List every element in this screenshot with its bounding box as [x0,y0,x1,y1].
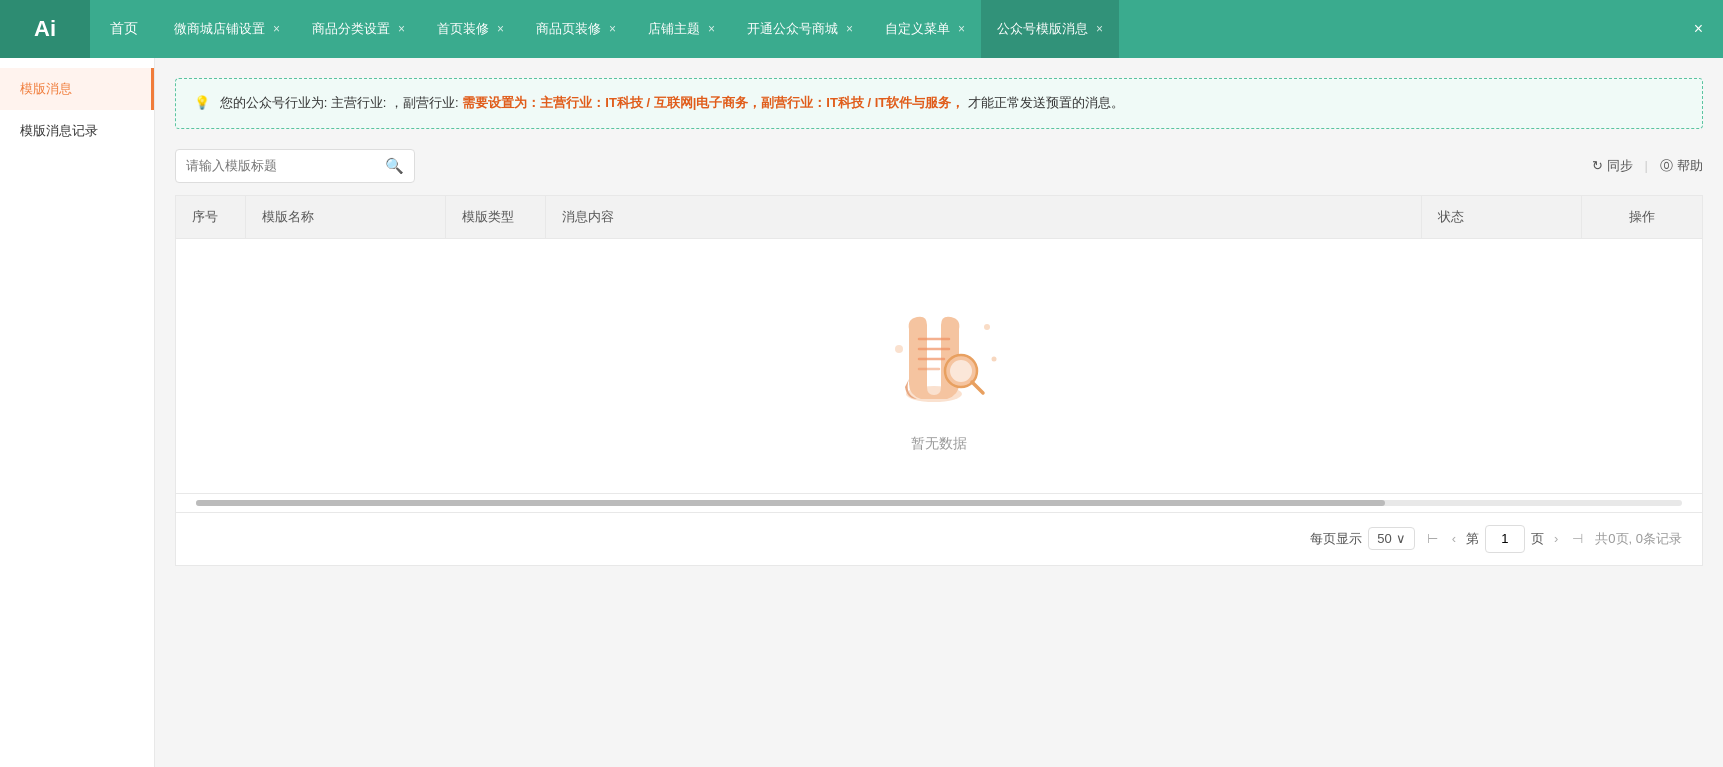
nav-tab-open-mall[interactable]: 开通公众号商城 × [731,0,869,58]
toolbar-divider: | [1645,158,1648,173]
nav-tab-custom-menu[interactable]: 自定义菜单 × [869,0,981,58]
scrollbar-track[interactable] [196,500,1682,506]
close-template-msg[interactable]: × [1096,22,1103,36]
empty-text: 暂无数据 [911,435,967,453]
page-size-select: 每页显示 50 ∨ [1310,527,1414,550]
svg-point-10 [992,356,997,361]
svg-point-6 [950,360,972,382]
notice-highlight: 需要设置为：主营行业：IT科技 / 互联网|电子商务，副营行业：IT科技 / I… [462,95,964,110]
nav-tab-category-settings[interactable]: 商品分类设置 × [296,0,421,58]
svg-line-7 [972,382,983,393]
nav-tab-template-msg[interactable]: 公众号模版消息 × [981,0,1119,58]
sidebar-item-template-message[interactable]: 模版消息 [0,68,154,110]
svg-point-8 [984,324,990,330]
help-icon: ⓪ [1660,157,1673,175]
th-seq: 序号 [176,196,246,238]
data-table: 序号 模版名称 模版类型 消息内容 状态 操作 [175,195,1703,566]
close-all-button[interactable]: × [1674,0,1723,58]
scrollbar-area [176,493,1702,512]
toolbar-right: ↻ 同步 | ⓪ 帮助 [1592,157,1703,175]
main-layout: 模版消息 模版消息记录 💡 您的公众号行业为: 主营行业: ，副营行业: 需要设… [0,58,1723,767]
sync-button[interactable]: ↻ 同步 [1592,157,1633,175]
nav-tab-shop-settings[interactable]: 微商城店铺设置 × [158,0,296,58]
content-area: 💡 您的公众号行业为: 主营行业: ，副营行业: 需要设置为：主营行业：IT科技… [155,58,1723,767]
info-notice: 💡 您的公众号行业为: 主营行业: ，副营行业: 需要设置为：主营行业：IT科技… [175,78,1703,129]
help-button[interactable]: ⓪ 帮助 [1660,157,1703,175]
first-page-button[interactable]: ⊢ [1423,529,1442,548]
nav-tab-shop-theme[interactable]: 店铺主题 × [632,0,731,58]
empty-illustration [879,299,999,419]
nav-tab-home[interactable]: 首页 [90,0,158,58]
close-shop-settings[interactable]: × [273,22,280,36]
th-name: 模版名称 [246,196,446,238]
search-icon[interactable]: 🔍 [385,157,404,175]
close-home-decor[interactable]: × [497,22,504,36]
search-bar: 🔍 ↻ 同步 | ⓪ 帮助 [175,149,1703,183]
nav-tab-home-decor[interactable]: 首页装修 × [421,0,520,58]
scrollbar-thumb[interactable] [196,500,1385,506]
page-nav: ⊢ ‹ 第 页 › ⊣ [1423,525,1588,553]
bulb-icon: 💡 [194,95,210,110]
sidebar-item-template-message-log[interactable]: 模版消息记录 [0,110,154,152]
close-open-mall[interactable]: × [846,22,853,36]
prev-page-button[interactable]: ‹ [1448,529,1460,548]
th-type: 模版类型 [446,196,546,238]
close-product-decor[interactable]: × [609,22,616,36]
close-category-settings[interactable]: × [398,22,405,36]
last-page-button[interactable]: ⊣ [1568,529,1587,548]
top-nav: Ai 首页 微商城店铺设置 × 商品分类设置 × 首页装修 × 商品页装修 × … [0,0,1723,58]
next-page-button[interactable]: › [1550,529,1562,548]
th-action: 操作 [1582,196,1702,238]
page-size-dropdown[interactable]: 50 ∨ [1368,527,1414,550]
empty-state: 暂无数据 [176,239,1702,493]
chevron-down-icon: ∨ [1396,531,1406,546]
close-shop-theme[interactable]: × [708,22,715,36]
svg-point-9 [895,345,903,353]
search-input[interactable] [186,158,379,173]
th-content: 消息内容 [546,196,1422,238]
logo: Ai [0,0,90,58]
close-custom-menu[interactable]: × [958,22,965,36]
page-number-input[interactable] [1485,525,1525,553]
total-info: 共0页, 0条记录 [1595,530,1682,548]
sidebar: 模版消息 模版消息记录 [0,58,155,767]
sync-icon: ↻ [1592,158,1603,173]
pagination: 每页显示 50 ∨ ⊢ ‹ 第 页 › ⊣ 共0页, 0条记录 [176,512,1702,565]
th-status: 状态 [1422,196,1582,238]
nav-tab-product-decor[interactable]: 商品页装修 × [520,0,632,58]
search-input-wrap: 🔍 [175,149,415,183]
table-header: 序号 模版名称 模版类型 消息内容 状态 操作 [176,196,1702,239]
